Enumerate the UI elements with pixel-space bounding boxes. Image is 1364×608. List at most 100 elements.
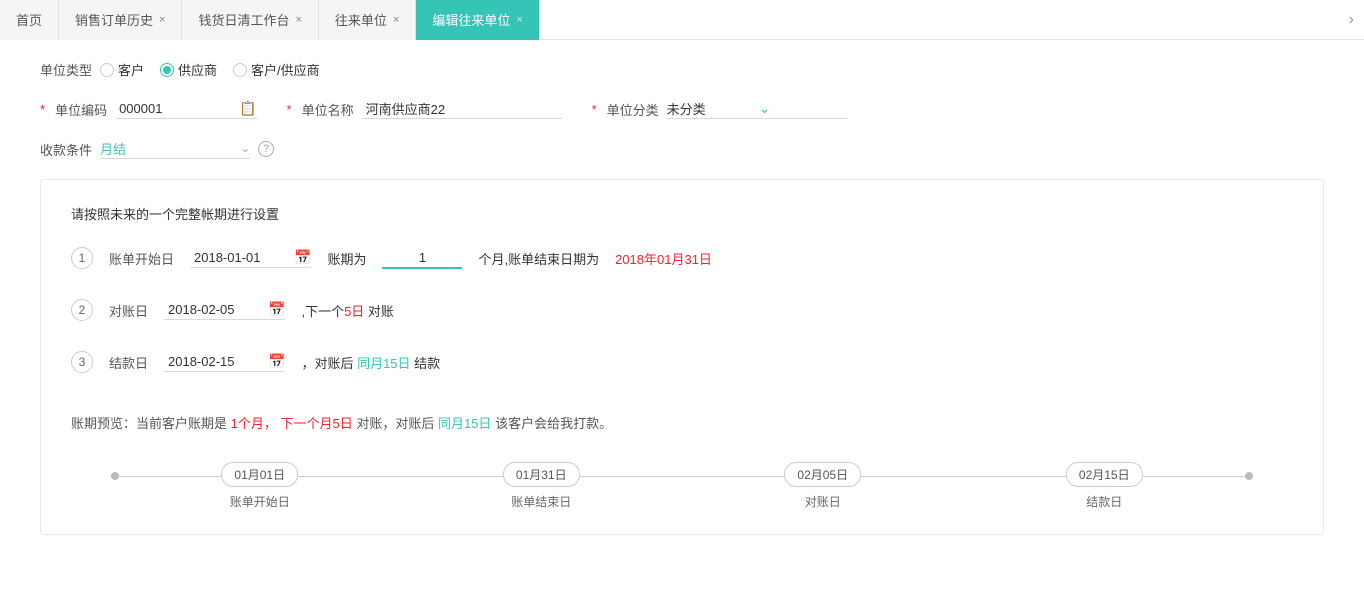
radio-group: 客户 供应商 客户/供应商 — [100, 60, 320, 79]
preview-part5: 该客户会给我打款。 — [495, 416, 612, 431]
step2-date-input: 📅 — [164, 300, 285, 320]
step2-highlight: 5日 — [344, 304, 364, 319]
timeline-badge-4: 02月15日 — [1066, 462, 1143, 487]
step2-date-field[interactable] — [164, 300, 264, 319]
timeline-node-3: 02月05日 对账日 — [784, 462, 861, 510]
category-dropdown-arrow: ⌄ — [759, 100, 847, 117]
timeline-node-1: 01月01日 账单开始日 — [221, 462, 298, 510]
step-row-3: 3 结款日 📅 ，对账后 同月15日 结款 — [71, 351, 1293, 373]
radio-customer[interactable]: 客户 — [100, 60, 144, 79]
tab-cash-work-label: 钱货日清工作台 — [198, 10, 289, 29]
tab-home-label: 首页 — [16, 10, 42, 29]
preview-part1: 1个月， — [231, 416, 277, 431]
payment-dropdown-arrow: ⌄ — [241, 142, 250, 155]
step3-calendar-icon[interactable]: 📅 — [268, 353, 285, 370]
step-num-3: 3 — [71, 351, 93, 373]
unit-name-field: * 单位名称 — [287, 99, 562, 119]
step1-end-date: 2018年01月31日 — [615, 249, 712, 268]
tab-partner-label: 往来单位 — [335, 10, 387, 29]
step2-calendar-icon[interactable]: 📅 — [268, 301, 285, 318]
step-num-1: 1 — [71, 247, 93, 269]
settings-card: 请按照未来的一个完整帐期进行设置 1 账单开始日 📅 账期为 个月,账单结束日期… — [40, 179, 1324, 535]
radio-supplier-label: 供应商 — [178, 60, 217, 79]
step1-suffix: 账期为 — [327, 249, 366, 268]
step1-date-field[interactable] — [190, 248, 290, 267]
unit-code-input-wrapper: 📋 — [115, 99, 256, 119]
preview-text: 账期预览：当前客户账期是 1个月， 下一个月5日 对账，对账后 同月15日 该客… — [71, 403, 1293, 432]
unit-type-row: 单位类型 客户 供应商 客户/供应商 — [40, 60, 1324, 79]
tab-sales-history-close[interactable]: × — [159, 14, 165, 26]
step-row-2: 2 对账日 📅 ,下一个5日 对账 — [71, 299, 1293, 321]
preview-part2: 下一个月5日 — [280, 416, 352, 431]
step1-period-unit: 个月,账单结束日期为 — [478, 249, 599, 268]
payment-label: 收款条件 — [40, 140, 92, 159]
tabs-expand-icon[interactable]: › — [1339, 11, 1364, 29]
tab-home[interactable]: 首页 — [0, 0, 59, 40]
unit-code-copy-icon[interactable]: 📋 — [239, 100, 256, 117]
unit-category-value: 未分类 — [667, 99, 755, 118]
tab-partner[interactable]: 往来单位 × — [319, 0, 416, 40]
unit-code-label: 单位编码 — [55, 100, 107, 119]
tab-cash-work-close[interactable]: × — [295, 14, 301, 26]
tab-edit-partner-close[interactable]: × — [516, 14, 522, 26]
preview-part3: 对账，对账后 — [356, 416, 438, 431]
unit-category-label: 单位分类 — [607, 100, 659, 119]
unit-type-field: 单位类型 客户 供应商 客户/供应商 — [40, 60, 320, 79]
unit-name-input[interactable] — [362, 99, 562, 119]
unit-type-label: 单位类型 — [40, 60, 92, 79]
timeline-end-circle — [1245, 472, 1253, 480]
payment-field: 收款条件 月结 ⌄ ? — [40, 139, 274, 159]
timeline-badge-3: 02月05日 — [784, 462, 861, 487]
tabs-bar: 首页 销售订单历史 × 钱货日清工作台 × 往来单位 × 编辑往来单位 × › — [0, 0, 1364, 40]
step1-period-input[interactable] — [382, 248, 462, 269]
timeline-container: 01月01日 账单开始日 01月31日 账单结束日 02月05日 对账日 02月… — [71, 462, 1293, 510]
step-label-3: 结款日 — [109, 353, 148, 372]
radio-both-label: 客户/供应商 — [251, 60, 320, 79]
radio-customer-circle — [100, 63, 114, 77]
step-label-2: 对账日 — [109, 301, 148, 320]
timeline-badge-2: 01月31日 — [503, 462, 580, 487]
timeline-end-dot — [1245, 462, 1253, 480]
radio-customer-label: 客户 — [118, 60, 144, 79]
radio-both-circle — [233, 63, 247, 77]
unit-info-row: * 单位编码 📋 * 单位名称 * 单位分类 未分类 ⌄ — [40, 99, 1324, 119]
tab-cash-work[interactable]: 钱货日清工作台 × — [182, 0, 318, 40]
unit-code-field: * 单位编码 📋 — [40, 99, 257, 119]
unit-name-label: 单位名称 — [302, 100, 354, 119]
radio-supplier-circle — [160, 63, 174, 77]
step1-date-input: 📅 — [190, 248, 311, 268]
timeline-label-1: 账单开始日 — [230, 493, 290, 510]
card-title: 请按照未来的一个完整帐期进行设置 — [71, 204, 1293, 223]
payment-dropdown[interactable]: 月结 ⌄ — [100, 139, 250, 159]
tab-sales-history[interactable]: 销售订单历史 × — [59, 0, 182, 40]
unit-code-star: * — [40, 102, 45, 117]
step3-desc: ，对账后 同月15日 结款 — [301, 353, 440, 372]
unit-category-dropdown[interactable]: 未分类 ⌄ — [667, 99, 847, 119]
timeline-badge-1: 01月01日 — [221, 462, 298, 487]
timeline-label-2: 账单结束日 — [511, 493, 571, 510]
payment-help-icon[interactable]: ? — [258, 141, 274, 157]
step1-calendar-icon[interactable]: 📅 — [294, 249, 311, 266]
step-num-2: 2 — [71, 299, 93, 321]
tab-edit-partner-label: 编辑往来单位 — [432, 10, 510, 29]
step3-date-field[interactable] — [164, 352, 264, 371]
step-row-1: 1 账单开始日 📅 账期为 个月,账单结束日期为 2018年01月31日 — [71, 247, 1293, 269]
step-label-1: 账单开始日 — [109, 249, 174, 268]
main-content: 单位类型 客户 供应商 客户/供应商 * 单位编码 — [0, 40, 1364, 608]
tab-edit-partner[interactable]: 编辑往来单位 × — [416, 0, 539, 40]
unit-category-star: * — [592, 102, 597, 117]
timeline-node-4: 02月15日 结款日 — [1066, 462, 1143, 510]
unit-code-input[interactable] — [115, 99, 235, 118]
step3-highlight: 同月15日 — [357, 356, 410, 371]
radio-supplier[interactable]: 供应商 — [160, 60, 217, 79]
payment-row: 收款条件 月结 ⌄ ? — [40, 139, 1324, 159]
tab-sales-history-label: 销售订单历史 — [75, 10, 153, 29]
step2-desc: ,下一个5日 对账 — [301, 301, 393, 320]
timeline-label-4: 结款日 — [1086, 493, 1122, 510]
radio-both[interactable]: 客户/供应商 — [233, 60, 320, 79]
timeline-nodes: 01月01日 账单开始日 01月31日 账单结束日 02月05日 对账日 02月… — [119, 462, 1245, 510]
unit-name-star: * — [287, 102, 292, 117]
timeline-node-2: 01月31日 账单结束日 — [503, 462, 580, 510]
tab-partner-close[interactable]: × — [393, 14, 399, 26]
payment-value: 月结 — [100, 139, 237, 158]
